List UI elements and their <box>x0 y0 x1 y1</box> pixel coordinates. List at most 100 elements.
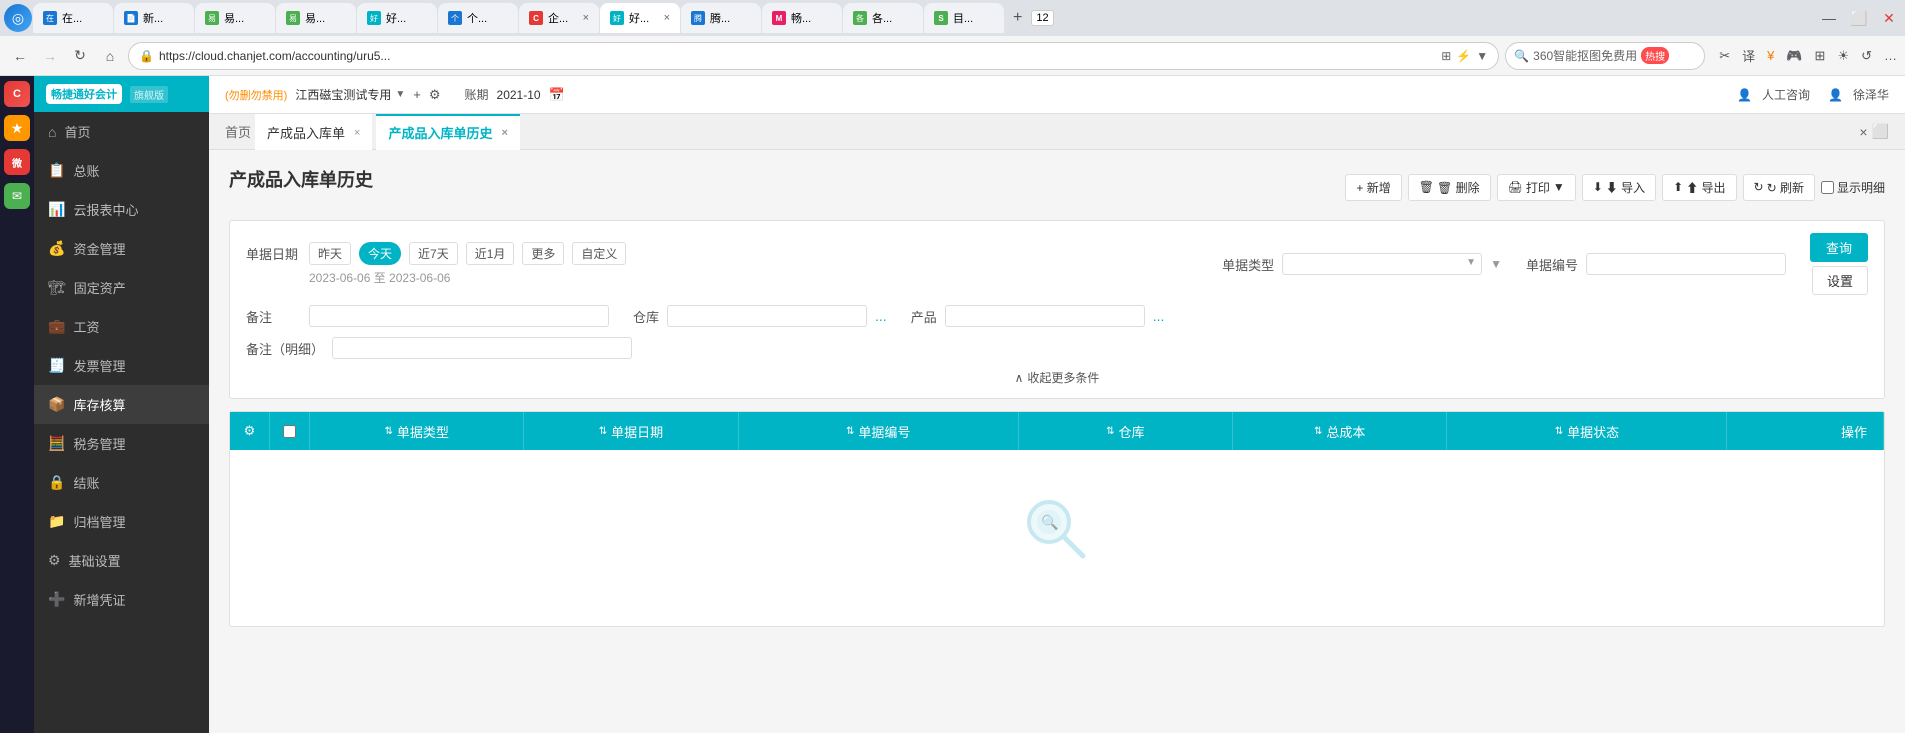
date-7days-btn[interactable]: 近7天 <box>409 242 458 265</box>
th-total-cost[interactable]: ⇅ 总成本 <box>1233 412 1447 450</box>
sidebar-item-home[interactable]: ⌂ 首页 <box>34 112 209 151</box>
app-icon-chanjet[interactable]: C <box>4 81 30 107</box>
date-1month-btn[interactable]: 近1月 <box>466 242 515 265</box>
delete-button[interactable]: 🗑 🗑 删除 <box>1408 174 1491 201</box>
print-button[interactable]: 🖨 打印 ▼ <box>1497 174 1576 201</box>
tab-10[interactable]: M 畅... <box>762 3 842 33</box>
account-dropdown-icon[interactable]: ▼ <box>395 89 405 100</box>
settings2-icon[interactable]: … <box>1884 48 1897 63</box>
tab-7-close[interactable]: × <box>583 12 589 24</box>
gamepad-icon[interactable]: 🎮 <box>1786 48 1802 64</box>
sidebar-item-general-ledger[interactable]: 📋 总账 <box>34 151 209 190</box>
breadcrumb-home[interactable]: 首页 <box>225 122 251 141</box>
close-button[interactable]: ✕ <box>1877 6 1901 30</box>
th-checkbox[interactable] <box>270 412 310 450</box>
select-all-checkbox[interactable] <box>283 425 296 438</box>
refresh-button[interactable]: ↻ ↻ 刷新 <box>1743 174 1815 201</box>
date-custom-btn[interactable]: 自定义 <box>572 242 626 265</box>
tab-4[interactable]: 易 易... <box>276 3 356 33</box>
lightning-icon[interactable]: ⚡ <box>1456 49 1471 63</box>
sync-icon[interactable]: ↺ <box>1861 48 1872 64</box>
tab-1[interactable]: 在 在... <box>33 3 113 33</box>
translate-icon[interactable]: 译 <box>1742 46 1755 65</box>
tab-5[interactable]: 好 好... <box>357 3 437 33</box>
sidebar-item-fixed-assets[interactable]: 🏗 固定资产 <box>34 268 209 307</box>
product-input[interactable] <box>945 305 1145 327</box>
sidebar-item-tax[interactable]: 🧮 税务管理 <box>34 424 209 463</box>
tab-voucher-history[interactable]: 产成品入库单历史 × <box>376 114 519 150</box>
add-account-button[interactable]: + <box>413 87 421 102</box>
sidebar-item-invoice[interactable]: 🧾 发票管理 <box>34 346 209 385</box>
sidebar-item-fund-mgmt[interactable]: 💰 资金管理 <box>34 229 209 268</box>
browser-logo[interactable]: ◎ <box>4 4 32 32</box>
scissors-icon[interactable]: ✂ <box>1719 48 1730 64</box>
search-bar[interactable]: 🔍 360智能抠图免费用 热搜 <box>1505 42 1705 70</box>
username-label[interactable]: 徐泽华 <box>1853 86 1889 103</box>
sun-icon[interactable]: ☀ <box>1837 48 1849 64</box>
tab-7[interactable]: C 企... × <box>519 3 599 33</box>
refresh-button[interactable]: ↻ <box>68 44 92 68</box>
tab-add-button[interactable]: + <box>1005 9 1030 27</box>
panel-expand-icon[interactable]: ⬜ <box>1872 123 1889 140</box>
sidebar-item-payroll[interactable]: 💼 工资 <box>34 307 209 346</box>
sidebar-item-cloud-report[interactable]: 📊 云报表中心 <box>34 190 209 229</box>
show-detail-checkbox[interactable] <box>1821 181 1834 194</box>
forward-button[interactable]: → <box>38 44 62 68</box>
remark-detail-input[interactable] <box>332 337 632 359</box>
tab-8[interactable]: 好 好... × <box>600 3 680 33</box>
back-button[interactable]: ← <box>8 44 32 68</box>
tab-voucher-list-close[interactable]: × <box>354 127 360 139</box>
export-button[interactable]: ⬆ ⬆ 导出 <box>1662 174 1736 201</box>
warehouse-input[interactable] <box>667 305 867 327</box>
address-bar[interactable]: 🔒 https://cloud.chanjet.com/accounting/u… <box>128 42 1499 70</box>
th-voucher-status[interactable]: ⇅ 单据状态 <box>1447 412 1727 450</box>
voucher-type-dropdown-icon[interactable]: ▼ <box>1490 257 1502 271</box>
tab-8-close[interactable]: × <box>664 12 670 24</box>
sidebar-item-new-voucher[interactable]: ➕ 新增凭证 <box>34 580 209 619</box>
tab-9[interactable]: 腾 腾... <box>681 3 761 33</box>
currency-icon[interactable]: ¥ <box>1767 48 1774 63</box>
date-yesterday-btn[interactable]: 昨天 <box>309 242 351 265</box>
filter-settings-button[interactable]: 设置 <box>1812 266 1868 295</box>
voucher-type-select[interactable] <box>1282 253 1482 275</box>
th-voucher-date[interactable]: ⇅ 单据日期 <box>524 412 738 450</box>
date-more-btn[interactable]: 更多 <box>522 242 564 265</box>
tab-voucher-history-close[interactable]: × <box>501 127 507 139</box>
sidebar-item-inventory[interactable]: 📦 库存核算 <box>34 385 209 424</box>
account-selector[interactable]: (勿删勿禁用) 江西磁宝测试专用 ▼ <box>225 86 405 103</box>
minimize-button[interactable]: — <box>1817 6 1841 30</box>
th-warehouse[interactable]: ⇅ 仓库 <box>1019 412 1233 450</box>
calendar-icon[interactable]: 📅 <box>549 87 565 103</box>
product-dots-icon[interactable]: ... <box>1153 308 1165 324</box>
th-settings[interactable]: ⚙ <box>230 412 270 450</box>
collapse-button[interactable]: ∧ 收起更多条件 <box>246 369 1868 386</box>
import-button[interactable]: ⬇ ⬇ 导入 <box>1582 174 1656 201</box>
sidebar-item-archive[interactable]: 📁 归档管理 <box>34 502 209 541</box>
tab-3[interactable]: 易 易... <box>195 3 275 33</box>
grid-icon[interactable]: ⊞ <box>1441 49 1451 63</box>
tab-11[interactable]: 各 各... <box>843 3 923 33</box>
th-voucher-no[interactable]: ⇅ 单据编号 <box>739 412 1019 450</box>
app-icon-star[interactable]: ★ <box>4 115 30 141</box>
tab-6[interactable]: 个 个... <box>438 3 518 33</box>
query-button[interactable]: 查询 <box>1810 233 1868 262</box>
th-voucher-type[interactable]: ⇅ 单据类型 <box>310 412 524 450</box>
restore-button[interactable]: ⬜ <box>1847 6 1871 30</box>
sidebar-item-basic-settings[interactable]: ⚙ 基础设置 <box>34 541 209 580</box>
app-icon-mail[interactable]: ✉ <box>4 183 30 209</box>
user-service-label[interactable]: 人工咨询 <box>1762 86 1810 103</box>
home-button[interactable]: ⌂ <box>98 44 122 68</box>
settings-account-icon[interactable]: ⚙ <box>429 87 441 103</box>
grid2-icon[interactable]: ⊞ <box>1815 48 1826 64</box>
dropdown-icon[interactable]: ▼ <box>1476 49 1488 63</box>
date-today-btn[interactable]: 今天 <box>359 242 401 265</box>
remark-input[interactable] <box>309 305 609 327</box>
tab-2[interactable]: 📄 新... <box>114 3 194 33</box>
panel-close-icon[interactable]: × <box>1859 124 1867 140</box>
sidebar-item-checkout[interactable]: 🔒 结账 <box>34 463 209 502</box>
voucher-no-input[interactable] <box>1586 253 1786 275</box>
tab-voucher-list[interactable]: 产成品入库单 × <box>255 114 372 150</box>
add-button[interactable]: + 新增 <box>1345 174 1401 201</box>
warehouse-dots-icon[interactable]: ... <box>875 308 887 324</box>
tab-12[interactable]: S 目... <box>924 3 1004 33</box>
